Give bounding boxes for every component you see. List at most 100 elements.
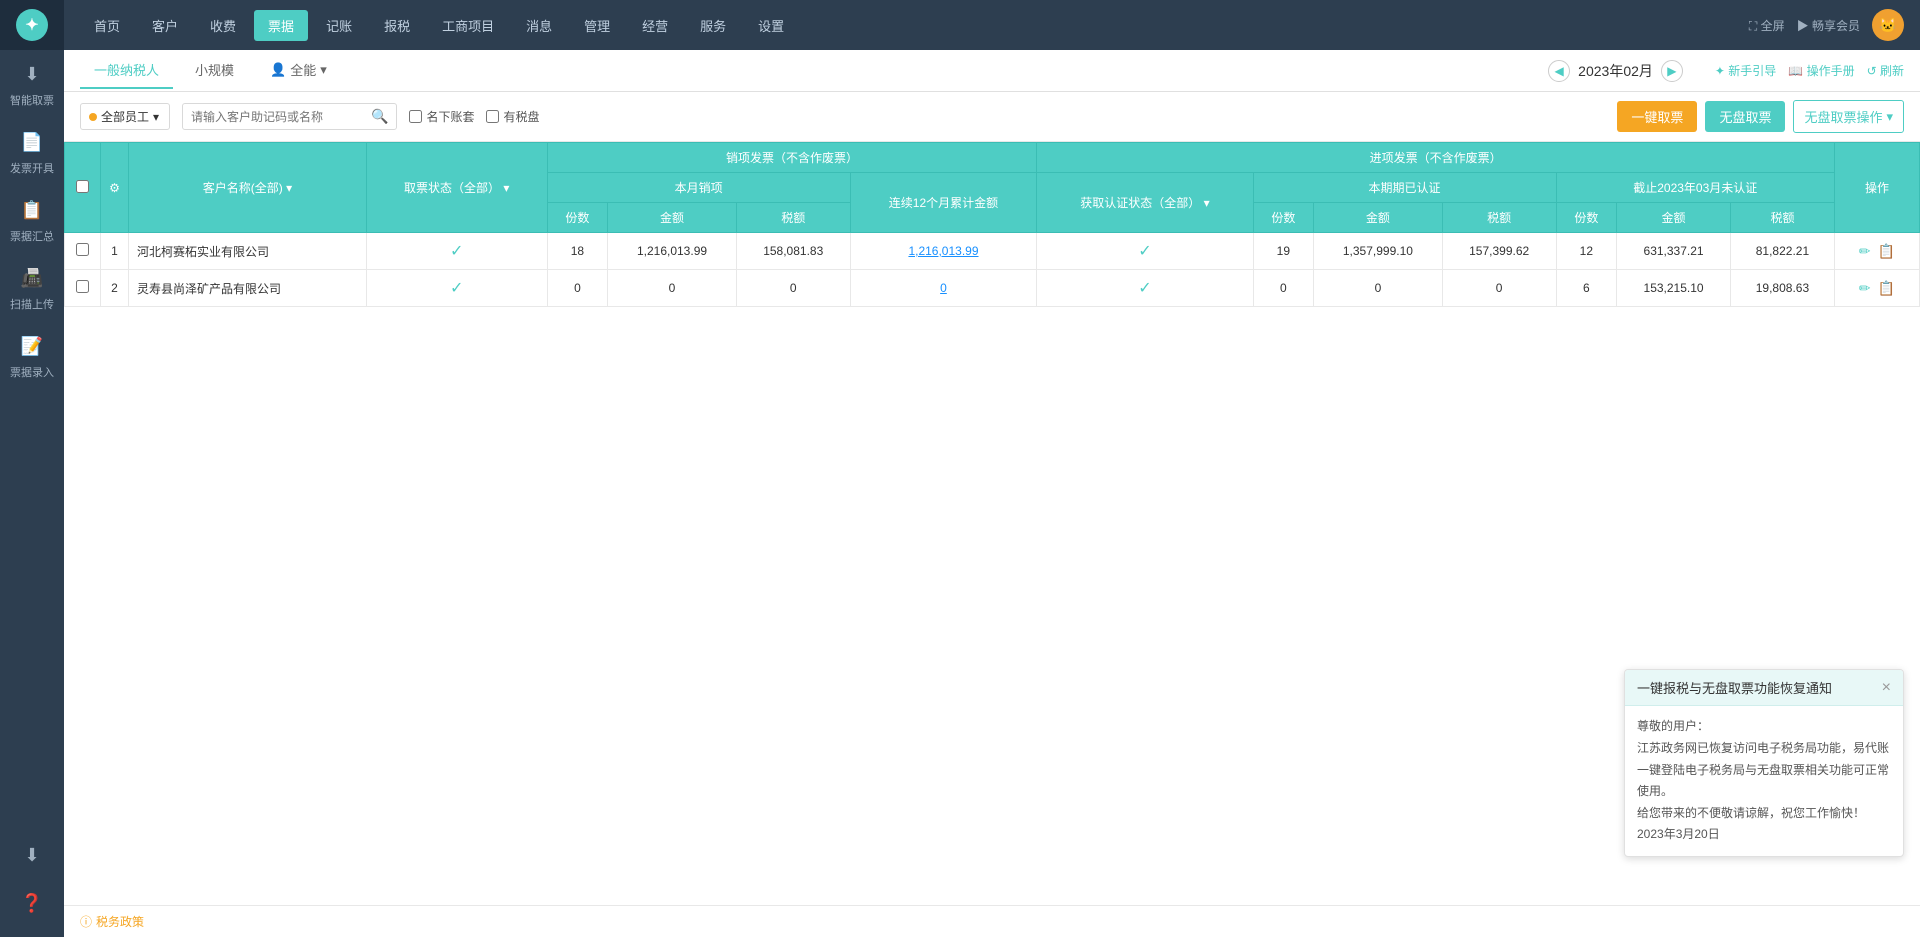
employee-arrow: ▾ <box>153 110 159 124</box>
certify-filter-icon[interactable]: ▾ <box>1204 196 1210 210</box>
notification-title: 一键报税与无盘取票功能恢复通知 <box>1637 678 1832 697</box>
row-cumulative: 0 <box>850 270 1037 307</box>
nav-invoice[interactable]: 票据 <box>254 10 308 41</box>
nav-manage[interactable]: 管理 <box>570 10 624 41</box>
tab-right-actions: ✦ 新手引导 📖 操作手册 ↺ 刷新 <box>1715 62 1904 79</box>
user-avatar[interactable]: 🐱 <box>1872 9 1904 41</box>
table-row: 1 河北柯赛柘实业有限公司 ✓ 18 1,216,013.99 158,081.… <box>65 233 1920 270</box>
select-all-checkbox[interactable] <box>76 180 89 193</box>
nav-home[interactable]: 首页 <box>80 10 134 41</box>
sidebar-item-invoice-summary[interactable]: 📋 票据汇总 <box>0 186 64 254</box>
th-sales-tax: 税额 <box>736 203 850 233</box>
th-certify-status: 获取认证状态（全部） ▾ <box>1037 173 1253 233</box>
next-month-btn[interactable]: ▶ <box>1661 60 1683 82</box>
nav-operation[interactable]: 经营 <box>628 10 682 41</box>
employee-select[interactable]: 全部员工 ▾ <box>80 103 170 130</box>
scan-upload-icon: 📠 <box>18 264 46 292</box>
search-wrap: 🔍 <box>182 103 397 130</box>
sidebar-item-label: 扫描上传 <box>10 296 54 312</box>
tab-all[interactable]: 👤 全能 ▾ <box>256 52 341 89</box>
smart-fetch-icon: ⬇ <box>18 60 46 88</box>
my-accounts-checkbox[interactable] <box>409 110 422 123</box>
edit-icon[interactable]: ✏ <box>1859 280 1871 296</box>
notification-close-btn[interactable]: × <box>1882 679 1891 697</box>
member-btn[interactable]: ▶ 畅享会员 <box>1797 17 1860 34</box>
invoice-summary-icon: 📋 <box>18 196 46 224</box>
nav-message[interactable]: 消息 <box>512 10 566 41</box>
row-count: 0 <box>547 270 608 307</box>
manual-btn[interactable]: 📖 操作手册 <box>1788 62 1854 79</box>
customer-filter-icon[interactable]: ▾ <box>286 181 292 195</box>
row-amount: 0 <box>608 270 737 307</box>
th-checkbox <box>65 143 101 233</box>
nav-business[interactable]: 工商项目 <box>428 10 508 41</box>
row-cert-tax: 157,399.62 <box>1442 233 1556 270</box>
nodisk-ops-btn[interactable]: 无盘取票操作 ▾ <box>1793 100 1904 133</box>
checkbox-has-disk[interactable]: 有税盘 <box>486 108 539 125</box>
table-row: 2 灵寿县尚泽矿产品有限公司 ✓ 0 0 0 0 ✓ 0 0 0 6 153,2… <box>65 270 1920 307</box>
edit-icon[interactable]: ✏ <box>1859 243 1871 259</box>
row-certify-status: ✓ <box>1037 233 1253 270</box>
sidebar-item-smart-fetch[interactable]: ⬇ 智能取票 <box>0 50 64 118</box>
fetch-status-arrow[interactable]: ▾ <box>503 181 509 195</box>
row-cert-amount: 0 <box>1314 270 1443 307</box>
sidebar-item-help[interactable]: ❓ <box>0 879 64 927</box>
onekey-fetch-btn[interactable]: 一键取票 <box>1617 101 1697 132</box>
topnav-right: ⛶ 全屏 ▶ 畅享会员 🐱 <box>1749 9 1904 41</box>
tab-small-scale[interactable]: 小规模 <box>181 52 248 89</box>
sidebar-item-data-entry[interactable]: 📝 票据录入 <box>0 322 64 390</box>
refresh-btn[interactable]: ↺ 刷新 <box>1867 62 1904 79</box>
has-disk-checkbox[interactable] <box>486 110 499 123</box>
th-cert-count: 份数 <box>1253 203 1314 233</box>
tab-bar: 一般纳税人 小规模 👤 全能 ▾ ◀ 2023年02月 ▶ ✦ 新手引导 📖 操… <box>64 50 1920 92</box>
new-guide-btn[interactable]: ✦ 新手引导 <box>1715 62 1776 79</box>
tab-general-taxpayer[interactable]: 一般纳税人 <box>80 52 173 89</box>
sidebar-item-scan-upload[interactable]: 📠 扫描上传 <box>0 254 64 322</box>
row-select-checkbox[interactable] <box>76 243 89 256</box>
nav-receivable[interactable]: 收费 <box>196 10 250 41</box>
th-uncertified: 截止2023年03月未认证 <box>1556 173 1834 203</box>
th-uncert-tax: 税额 <box>1730 203 1834 233</box>
row-customer: 灵寿县尚泽矿产品有限公司 <box>129 270 367 307</box>
employee-dot <box>89 113 97 121</box>
bottom-bar: ⓘ 税务政策 <box>64 905 1920 937</box>
row-uncert-count: 6 <box>1556 270 1617 307</box>
th-cumulative: 连续12个月累计金额 <box>850 173 1037 233</box>
month-nav: ◀ 2023年02月 ▶ <box>1548 60 1683 82</box>
fullscreen-btn[interactable]: ⛶ 全屏 <box>1749 17 1785 34</box>
filter-right-btns: 一键取票 无盘取票 无盘取票操作 ▾ <box>1617 100 1904 133</box>
th-uncert-amount: 金额 <box>1617 203 1731 233</box>
nav-service[interactable]: 服务 <box>686 10 740 41</box>
view-icon[interactable]: 📋 <box>1878 280 1895 296</box>
nav-accounting[interactable]: 记账 <box>312 10 366 41</box>
tax-policy-link[interactable]: ⓘ 税务政策 <box>80 913 144 930</box>
nav-tax[interactable]: 报税 <box>370 10 424 41</box>
row-tax: 0 <box>736 270 850 307</box>
row-checkbox[interactable] <box>65 270 101 307</box>
prev-month-btn[interactable]: ◀ <box>1548 60 1570 82</box>
th-cert-tax: 税额 <box>1442 203 1556 233</box>
row-tax: 158,081.83 <box>736 233 850 270</box>
nav-customer[interactable]: 客户 <box>138 10 192 41</box>
row-action: ✏ 📋 <box>1834 270 1919 307</box>
search-input[interactable] <box>191 110 371 124</box>
ops-arrow-icon: ▾ <box>1886 109 1893 125</box>
row-action: ✏ 📋 <box>1834 233 1919 270</box>
search-icon[interactable]: 🔍 <box>371 108 388 125</box>
th-uncert-count: 份数 <box>1556 203 1617 233</box>
help-icon: ❓ <box>18 889 46 917</box>
row-cert-tax: 0 <box>1442 270 1556 307</box>
row-uncert-count: 12 <box>1556 233 1617 270</box>
nav-settings[interactable]: 设置 <box>744 10 798 41</box>
row-checkbox[interactable] <box>65 233 101 270</box>
checkbox-my-accounts[interactable]: 名下账套 <box>409 108 474 125</box>
sidebar-item-invoice-open[interactable]: 📄 发票开具 <box>0 118 64 186</box>
row-select-checkbox[interactable] <box>76 280 89 293</box>
nodisk-fetch-btn[interactable]: 无盘取票 <box>1705 101 1785 132</box>
sidebar: ✦ ⬇ 智能取票 📄 发票开具 📋 票据汇总 📠 扫描上传 📝 票据录入 ⬇ ❓ <box>0 0 64 937</box>
sidebar-item-download[interactable]: ⬇ <box>0 831 64 879</box>
sidebar-logo: ✦ <box>0 0 64 50</box>
view-icon[interactable]: 📋 <box>1878 243 1895 259</box>
notification-body: 尊敬的用户：江苏政务网已恢复访问电子税务局功能，易代账一键登陆电子税务局与无盘取… <box>1625 706 1903 856</box>
row-fetch-status: ✓ <box>366 233 547 270</box>
